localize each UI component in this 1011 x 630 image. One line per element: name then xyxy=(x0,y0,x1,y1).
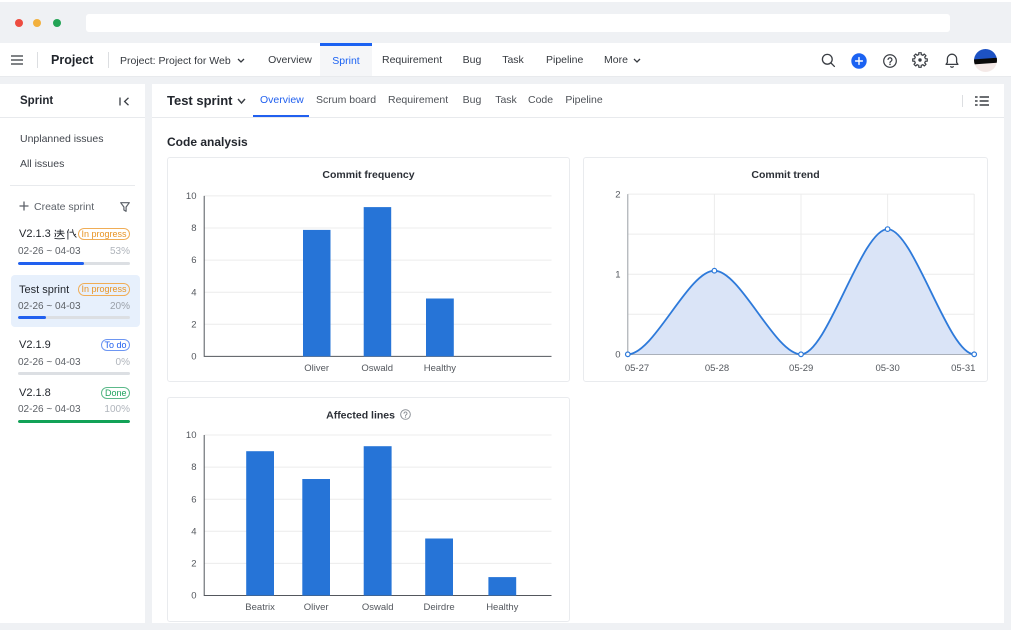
svg-text:Oswald: Oswald xyxy=(362,602,394,613)
svg-text:2: 2 xyxy=(191,319,196,330)
svg-text:Oswald: Oswald xyxy=(361,363,393,374)
svg-text:05-30: 05-30 xyxy=(875,363,899,374)
svg-text:Deirdre: Deirdre xyxy=(424,602,455,613)
svg-text:Healthy: Healthy xyxy=(424,363,456,374)
svg-text:4: 4 xyxy=(191,526,196,537)
svg-text:05-28: 05-28 xyxy=(705,363,729,374)
svg-text:Healthy: Healthy xyxy=(486,602,518,613)
svg-text:Beatrix: Beatrix xyxy=(245,602,275,613)
svg-text:6: 6 xyxy=(191,255,196,266)
svg-text:05-31: 05-31 xyxy=(951,363,975,374)
svg-text:10: 10 xyxy=(186,430,197,441)
svg-text:0: 0 xyxy=(191,352,196,363)
svg-text:8: 8 xyxy=(191,462,196,473)
svg-text:Oliver: Oliver xyxy=(304,602,329,613)
svg-text:2: 2 xyxy=(615,189,620,200)
svg-text:6: 6 xyxy=(191,494,196,505)
svg-text:0: 0 xyxy=(615,350,620,361)
svg-text:2: 2 xyxy=(191,559,196,570)
svg-text:Oliver: Oliver xyxy=(304,363,329,374)
svg-text:10: 10 xyxy=(186,191,197,202)
svg-text:0: 0 xyxy=(191,591,196,602)
svg-text:8: 8 xyxy=(191,223,196,234)
svg-text:05-27: 05-27 xyxy=(625,363,649,374)
svg-text:05-29: 05-29 xyxy=(789,363,813,374)
svg-text:4: 4 xyxy=(191,287,196,298)
svg-text:1: 1 xyxy=(615,269,620,280)
